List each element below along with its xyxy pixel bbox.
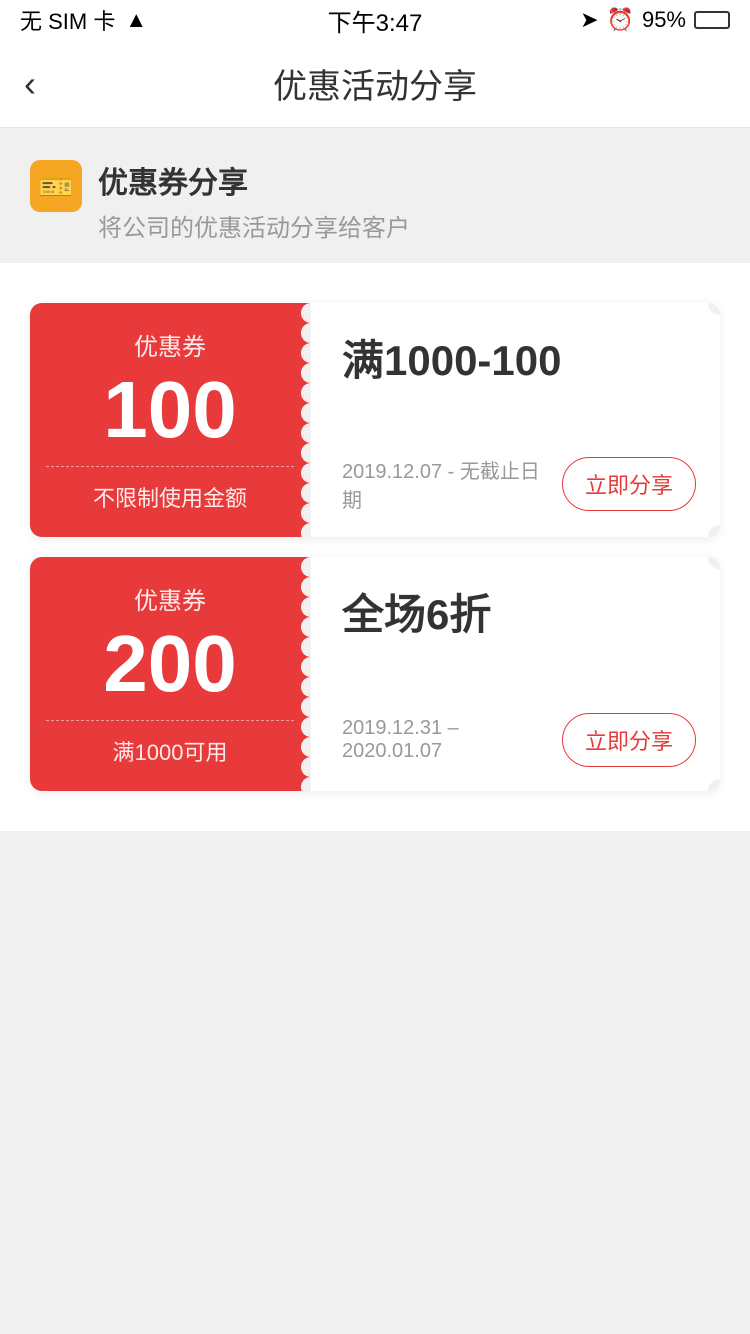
coupon-title-2: 全场6折	[342, 581, 696, 642]
share-button-1[interactable]: 立即分享	[562, 457, 696, 511]
back-button[interactable]: ‹	[24, 63, 36, 105]
coupons-container: 优惠券 100 不限制使用金额 满1000-100 2019.12.07 - 无…	[0, 263, 750, 831]
section-subtitle: 将公司的优惠活动分享给客户	[98, 208, 410, 243]
page-title: 优惠活动分享	[273, 59, 477, 108]
coupon-left-2: 优惠券 200 满1000可用	[30, 557, 310, 791]
battery-icon	[694, 11, 730, 29]
nav-bar: ‹ 优惠活动分享	[0, 40, 750, 128]
coupon-condition-1: 不限制使用金额	[93, 481, 247, 513]
coupon-type-2: 优惠券	[134, 581, 206, 616]
section-title: 优惠券分享	[98, 158, 410, 202]
section-header: 🎫 优惠券分享 将公司的优惠活动分享给客户	[0, 128, 750, 263]
coupon-date-2: 2019.12.31 – 2020.01.07	[342, 717, 550, 763]
coupon-date-1: 2019.12.07 - 无截止日期	[342, 455, 550, 513]
coupon-type-1: 优惠券	[134, 327, 206, 362]
coupon-meta-2: 2019.12.31 – 2020.01.07 立即分享	[342, 713, 696, 767]
coupon-title-1: 满1000-100	[342, 327, 696, 388]
coupon-meta-1: 2019.12.07 - 无截止日期 立即分享	[342, 455, 696, 513]
status-time: 下午3:47	[328, 3, 423, 38]
coupon-right-1: 满1000-100 2019.12.07 - 无截止日期 立即分享	[310, 303, 720, 537]
status-bar: 无 SIM 卡 ▲ 下午3:47 ➤ ⏰ 95%	[0, 0, 750, 40]
battery-percent: 95%	[642, 7, 686, 33]
section-text: 优惠券分享 将公司的优惠活动分享给客户	[98, 158, 410, 243]
coupon-amount-1: 100	[103, 370, 236, 450]
coupon-condition-2: 满1000可用	[113, 735, 228, 767]
status-right: ➤ ⏰ 95%	[580, 7, 730, 33]
wifi-icon: ▲	[125, 7, 147, 33]
section-icon: 🎫	[30, 160, 82, 212]
bottom-area	[0, 831, 750, 1331]
coupon-left-1: 优惠券 100 不限制使用金额	[30, 303, 310, 537]
coupon-amount-2: 200	[103, 624, 236, 704]
carrier-text: 无 SIM 卡	[20, 4, 115, 36]
coupon-icon-emoji: 🎫	[39, 170, 74, 203]
coupon-card-1: 优惠券 100 不限制使用金额 满1000-100 2019.12.07 - 无…	[30, 303, 720, 537]
status-left: 无 SIM 卡 ▲	[20, 4, 147, 36]
location-icon: ➤	[580, 7, 598, 33]
coupon-card-2: 优惠券 200 满1000可用 全场6折 2019.12.31 – 2020.0…	[30, 557, 720, 791]
coupon-right-2: 全场6折 2019.12.31 – 2020.01.07 立即分享	[310, 557, 720, 791]
share-button-2[interactable]: 立即分享	[562, 713, 696, 767]
alarm-icon: ⏰	[607, 7, 634, 33]
